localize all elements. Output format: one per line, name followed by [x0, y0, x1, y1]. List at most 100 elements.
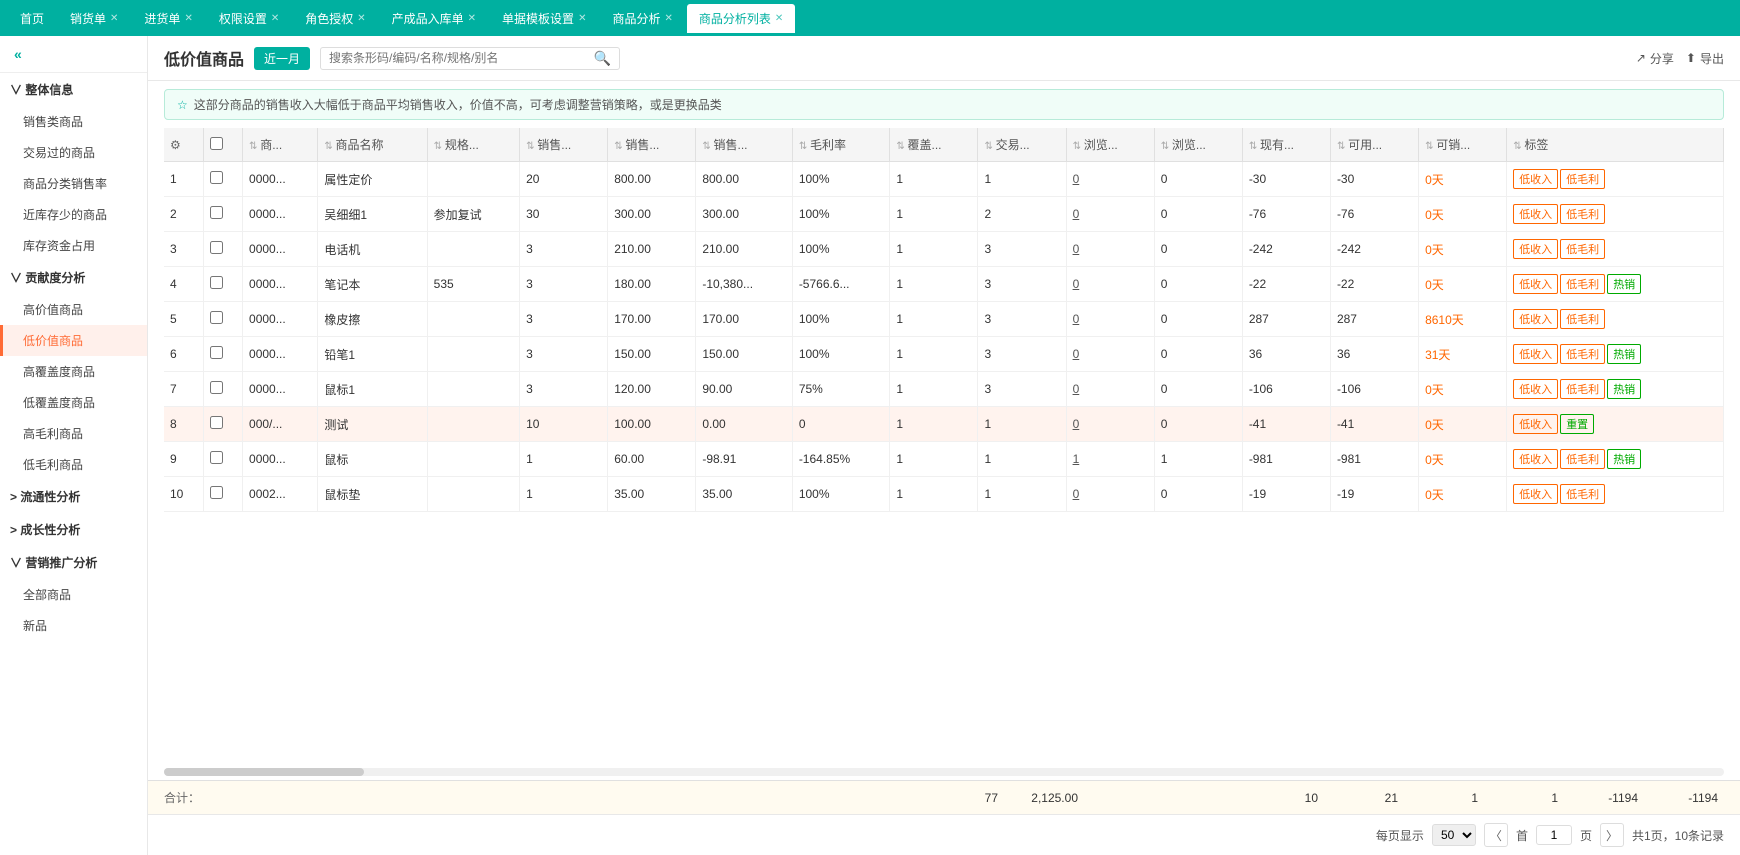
horizontal-scrollbar[interactable] — [164, 768, 1724, 776]
sidebar-item-新品[interactable]: 新品 — [0, 610, 147, 641]
row-checkbox[interactable] — [210, 486, 223, 499]
sidebar-group-∨ 整体信息[interactable]: ∨ 整体信息 — [0, 73, 147, 106]
sidebar-item-全部商品[interactable]: 全部商品 — [0, 579, 147, 610]
prev-page-btn[interactable]: 〈 — [1484, 823, 1508, 847]
nav-item-进货单[interactable]: 进货单✕ — [132, 4, 204, 33]
row-checkbox[interactable] — [203, 162, 242, 197]
row-checkbox[interactable] — [203, 197, 242, 232]
row-checkbox[interactable] — [210, 241, 223, 254]
col-header-salesAmt2[interactable]: 销售... — [696, 128, 792, 162]
row-checkbox[interactable] — [203, 302, 242, 337]
sidebar-item-高毛利商品[interactable]: 高毛利商品 — [0, 418, 147, 449]
search-icon[interactable]: 🔍 — [594, 50, 611, 67]
sidebar-item-商品分类销售率[interactable]: 商品分类销售率 — [0, 168, 147, 199]
sidebar-group-> 流通性分析[interactable]: > 流通性分析 — [0, 480, 147, 513]
browse-link[interactable]: 0 — [1073, 382, 1080, 396]
nav-item-商品分析列表[interactable]: 商品分析列表✕ — [687, 4, 795, 33]
row-checkbox[interactable] — [210, 311, 223, 324]
per-page-select[interactable]: 50 — [1432, 824, 1476, 846]
row-checkbox[interactable] — [210, 451, 223, 464]
sidebar-item-高覆盖度商品[interactable]: 高覆盖度商品 — [0, 356, 147, 387]
col-header-coverage[interactable]: 覆盖... — [890, 128, 978, 162]
product-spec — [427, 372, 519, 407]
row-checkbox[interactable] — [203, 372, 242, 407]
col-header-browse1[interactable]: 浏览... — [1066, 128, 1154, 162]
col-header-tags[interactable]: 标签 — [1507, 128, 1724, 162]
search-input[interactable] — [329, 51, 590, 65]
nav-item-销货单[interactable]: 销货单✕ — [58, 4, 130, 33]
gear-icon[interactable]: ⚙ — [170, 138, 181, 152]
browse-link[interactable]: 0 — [1073, 347, 1080, 361]
table-row: 10000...属性定价20800.00800.00100%1100-30-30… — [164, 162, 1724, 197]
nav-close-icon[interactable]: ✕ — [775, 13, 783, 24]
col-header-browse2[interactable]: 浏览... — [1154, 128, 1242, 162]
col-header-current[interactable]: 现有... — [1242, 128, 1330, 162]
table-row: 90000...鼠标160.00-98.91-164.85%1111-981-9… — [164, 442, 1724, 477]
row-checkbox[interactable] — [210, 381, 223, 394]
sidebar-group-∨ 贡献度分析[interactable]: ∨ 贡献度分析 — [0, 261, 147, 294]
nav-item-首页[interactable]: 首页 — [8, 4, 56, 33]
nav-item-角色授权[interactable]: 角色授权✕ — [293, 4, 377, 33]
row-checkbox[interactable] — [210, 171, 223, 184]
col-header-salesAmt[interactable]: 销售... — [608, 128, 696, 162]
row-checkbox[interactable] — [210, 206, 223, 219]
nav-close-icon[interactable]: ✕ — [184, 13, 192, 24]
sidebar-item-交易过的商品[interactable]: 交易过的商品 — [0, 137, 147, 168]
nav-close-icon[interactable]: ✕ — [664, 13, 672, 24]
browse-link[interactable]: 0 — [1073, 172, 1080, 186]
next-page-btn[interactable]: 〉 — [1600, 823, 1624, 847]
nav-close-icon[interactable]: ✕ — [110, 13, 118, 24]
nav-close-icon[interactable]: ✕ — [357, 13, 365, 24]
row-checkbox[interactable] — [203, 232, 242, 267]
row-checkbox[interactable] — [203, 477, 242, 512]
browse-link[interactable]: 0 — [1073, 487, 1080, 501]
product-name: 橡皮擦 — [318, 302, 427, 337]
row-checkbox[interactable] — [203, 337, 242, 372]
nav-item-权限设置[interactable]: 权限设置✕ — [207, 4, 291, 33]
row-checkbox[interactable] — [210, 276, 223, 289]
nav-item-商品分析[interactable]: 商品分析✕ — [600, 4, 684, 33]
sidebar-item-销售类商品[interactable]: 销售类商品 — [0, 106, 147, 137]
nav-close-icon[interactable]: ✕ — [271, 13, 279, 24]
browse-link[interactable]: 0 — [1073, 277, 1080, 291]
browse-link[interactable]: 0 — [1073, 417, 1080, 431]
nav-close-icon[interactable]: ✕ — [468, 13, 476, 24]
sidebar-item-低覆盖度商品[interactable]: 低覆盖度商品 — [0, 387, 147, 418]
col-header-grossRate[interactable]: 毛利率 — [792, 128, 890, 162]
browse-link[interactable]: 1 — [1073, 452, 1080, 466]
row-checkbox[interactable] — [203, 407, 242, 442]
col-header-salesQty[interactable]: 销售... — [520, 128, 608, 162]
sidebar-item-低毛利商品[interactable]: 低毛利商品 — [0, 449, 147, 480]
browse-link[interactable]: 0 — [1073, 312, 1080, 326]
sidebar-item-低价值商品[interactable]: 低价值商品 — [0, 325, 147, 356]
row-checkbox[interactable] — [210, 416, 223, 429]
table-container[interactable]: ⚙商...商品名称规格...销售...销售...销售...毛利率覆盖...交易.… — [148, 128, 1740, 768]
row-checkbox[interactable] — [203, 267, 242, 302]
date-filter-btn[interactable]: 近一月 — [254, 47, 310, 70]
sidebar-item-近库存少的商品[interactable]: 近库存少的商品 — [0, 199, 147, 230]
select-all-checkbox[interactable] — [210, 137, 223, 150]
browse-link[interactable]: 0 — [1073, 242, 1080, 256]
col-header-code[interactable]: 商... — [243, 128, 318, 162]
col-header-spec[interactable]: 规格... — [427, 128, 519, 162]
export-btn[interactable]: ⬆ 导出 — [1686, 50, 1724, 67]
row-checkbox[interactable] — [203, 442, 242, 477]
col-header-usable[interactable]: 可用... — [1330, 128, 1418, 162]
share-btn[interactable]: ↗ 分享 — [1636, 50, 1674, 67]
col-header-trade[interactable]: 交易... — [978, 128, 1066, 162]
col-header-saleable[interactable]: 可销... — [1419, 128, 1507, 162]
sidebar-group-> 成长性分析[interactable]: > 成长性分析 — [0, 513, 147, 546]
collapse-btn[interactable]: « — [10, 42, 26, 66]
nav-item-单据模板设置[interactable]: 单据模板设置✕ — [490, 4, 598, 33]
browse-link[interactable]: 0 — [1073, 207, 1080, 221]
sales-qty: 30 — [520, 197, 608, 232]
browse2: 1 — [1154, 442, 1242, 477]
page-number-input[interactable] — [1536, 825, 1572, 845]
col-header-name[interactable]: 商品名称 — [318, 128, 427, 162]
sidebar-item-高价值商品[interactable]: 高价值商品 — [0, 294, 147, 325]
sidebar-group-∨ 营销推广分析[interactable]: ∨ 营销推广分析 — [0, 546, 147, 579]
nav-item-产成品入库单[interactable]: 产成品入库单✕ — [380, 4, 488, 33]
row-checkbox[interactable] — [210, 346, 223, 359]
sidebar-item-库存资金占用[interactable]: 库存资金占用 — [0, 230, 147, 261]
nav-close-icon[interactable]: ✕ — [578, 13, 586, 24]
